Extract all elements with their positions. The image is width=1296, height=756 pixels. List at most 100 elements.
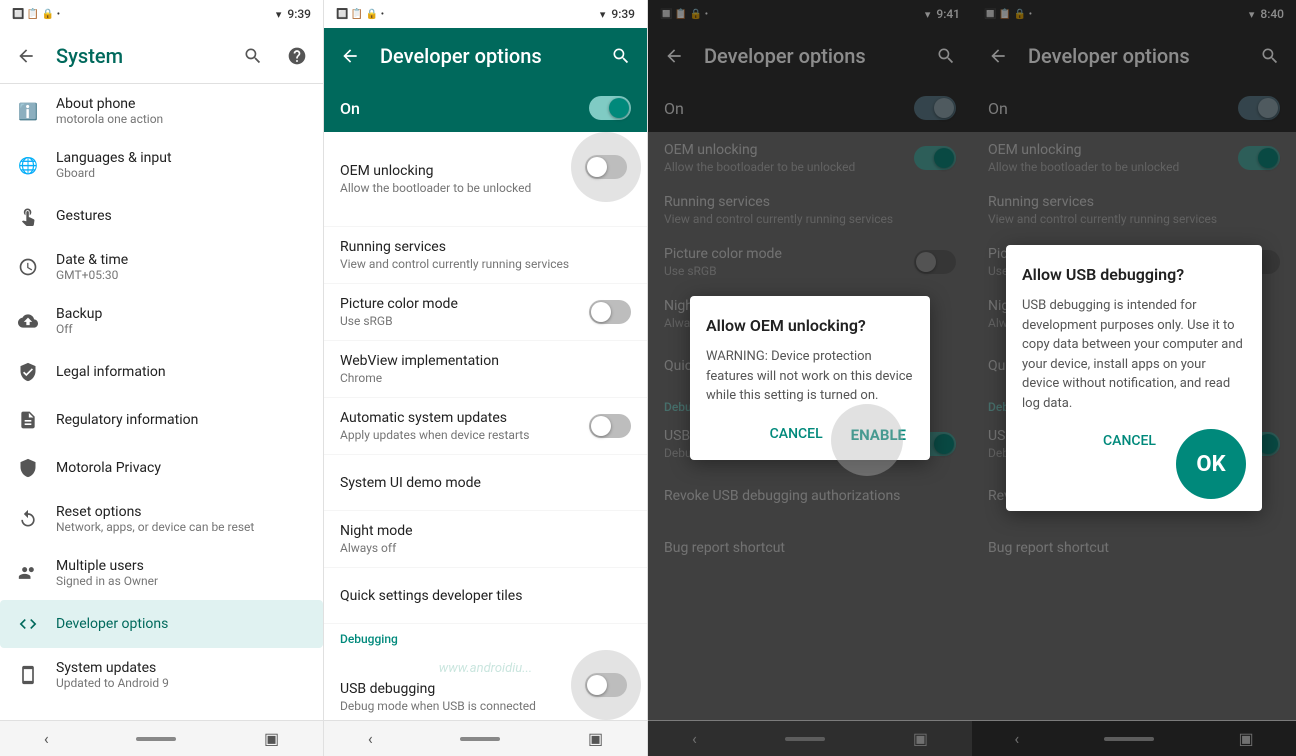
oem-cancel-btn[interactable]: Cancel (762, 422, 831, 448)
status-bar-mid: 🔲 📋 🔒 • ▾ 9:39 (324, 0, 647, 28)
usb-debug-row[interactable]: USB debugging Debug mode when USB is con… (324, 650, 647, 720)
time-mid: 9:39 (611, 7, 635, 21)
updates-icon (16, 663, 40, 687)
usb-cancel-btn[interactable]: Cancel (1095, 429, 1164, 499)
debugging-label: Debugging (324, 624, 647, 650)
appbar-system: System (0, 28, 323, 84)
running-services-row[interactable]: Running services View and control curren… (324, 227, 647, 284)
wifi-icon-mid: ▾ (600, 8, 606, 21)
sidebar-item-privacy[interactable]: Motorola Privacy (0, 444, 323, 492)
usb-subtitle-mid: Debug mode when USB is connected (340, 699, 561, 713)
help-button[interactable] (279, 38, 315, 74)
updates-subtitle: Updated to Android 9 (56, 676, 169, 690)
webview-subtitle: Chrome (340, 371, 631, 385)
datetime-subtitle: GMT+05:30 (56, 268, 128, 282)
sidebar-item-datetime[interactable]: Date & time GMT+05:30 (0, 240, 323, 294)
color-toggle[interactable] (589, 300, 631, 324)
gestures-icon (16, 204, 40, 228)
uidemo-title: System UI demo mode (340, 475, 631, 491)
nav-bar-mid: ‹ ▣ (324, 720, 647, 756)
sidebar-item-gestures[interactable]: Gestures (0, 192, 323, 240)
back-nav-icon[interactable]: ‹ (44, 729, 49, 748)
recents-nav-mid[interactable]: ▣ (588, 729, 603, 748)
sidebar-item-reset[interactable]: Reset options Network, apps, or device c… (0, 492, 323, 546)
languages-subtitle: Gboard (56, 166, 172, 180)
developer-icon (16, 612, 40, 636)
ok-circle: OK (1176, 429, 1246, 499)
usb-dialog-title: Allow USB debugging? (1022, 265, 1246, 284)
usb-dialog-actions: Cancel OK (1022, 429, 1246, 499)
on-toggle-header: On (324, 84, 647, 132)
developer-toggle[interactable] (589, 96, 631, 120)
reset-icon (16, 507, 40, 531)
running-subtitle: View and control currently running servi… (340, 257, 631, 271)
back-button-dev[interactable] (332, 38, 368, 74)
backup-title: Backup (56, 306, 102, 322)
sidebar-item-developer[interactable]: Developer options (0, 600, 323, 648)
languages-title: Languages & input (56, 150, 172, 166)
about-icon: ℹ️ (16, 99, 40, 123)
usb-dialog-body: USB debugging is intended for developmen… (1022, 296, 1246, 413)
notif-icons-mid: 🔲 📋 🔒 • (336, 9, 384, 20)
home-pill[interactable] (136, 737, 176, 741)
sidebar-item-legal[interactable]: Legal information (0, 348, 323, 396)
about-subtitle: motorola one action (56, 112, 163, 126)
ok-text: OK (1196, 452, 1225, 477)
developer-panel-oem: 🔲 📋 🔒 • ▾ 9:41 Developer options On OEM … (648, 0, 972, 756)
oem-dialog-title: Allow OEM unlocking? (706, 316, 914, 335)
recents-nav-icon[interactable]: ▣ (264, 729, 279, 748)
oem-dialog: Allow OEM unlocking? WARNING: Device pro… (690, 296, 930, 460)
webview-title: WebView implementation (340, 353, 631, 369)
quicktiles-row[interactable]: Quick settings developer tiles (324, 568, 647, 624)
color-mode-row[interactable]: Picture color mode Use sRGB (324, 284, 647, 341)
gestures-title: Gestures (56, 208, 112, 224)
status-icons-left: 🔲 📋 🔒 • (12, 9, 60, 20)
oem-dialog-body: WARNING: Device protection features will… (706, 347, 914, 406)
languages-icon: 🌐 (16, 153, 40, 177)
search-button-system[interactable] (235, 38, 271, 74)
night-mode-row[interactable]: Night mode Always off (324, 511, 647, 568)
sidebar-item-regulatory[interactable]: Regulatory information (0, 396, 323, 444)
back-nav-mid[interactable]: ‹ (368, 729, 373, 748)
about-title: About phone (56, 96, 163, 112)
datetime-title: Date & time (56, 252, 128, 268)
developer-title: Developer options (56, 616, 168, 632)
oem-dialog-overlay: Allow OEM unlocking? WARNING: Device pro… (648, 0, 972, 756)
back-button-system[interactable] (8, 38, 44, 74)
home-pill-mid[interactable] (460, 737, 500, 741)
uidemo-row[interactable]: System UI demo mode (324, 455, 647, 511)
privacy-icon (16, 456, 40, 480)
search-button-dev[interactable] (603, 38, 639, 74)
sidebar-item-languages[interactable]: 🌐 Languages & input Gboard (0, 138, 323, 192)
sidebar-item-users[interactable]: Multiple users Signed in as Owner (0, 546, 323, 600)
usb-toggle[interactable] (585, 673, 627, 697)
backup-subtitle: Off (56, 322, 102, 336)
notification-icons: 🔲 📋 🔒 • (12, 9, 60, 20)
autoupdate-title: Automatic system updates (340, 410, 589, 426)
autoupdate-subtitle: Apply updates when device restarts (340, 428, 589, 442)
legal-title: Legal information (56, 364, 166, 380)
sidebar-item-backup[interactable]: Backup Off (0, 294, 323, 348)
system-title: System (56, 44, 227, 68)
autoupdate-row[interactable]: Automatic system updates Apply updates w… (324, 398, 647, 455)
reset-subtitle: Network, apps, or device can be reset (56, 520, 254, 534)
sidebar-item-updates[interactable]: System updates Updated to Android 9 (0, 648, 323, 702)
reset-title: Reset options (56, 504, 254, 520)
oem-subtitle: Allow the bootloader to be unlocked (340, 181, 561, 195)
color-subtitle: Use sRGB (340, 314, 589, 328)
autoupdate-toggle[interactable] (589, 414, 631, 438)
usb-dialog: Allow USB debugging? USB debugging is in… (1006, 245, 1262, 511)
nav-bar-left: ‹ ▣ (0, 720, 323, 756)
oem-toggle[interactable] (585, 155, 627, 179)
night-subtitle: Always off (340, 541, 631, 555)
usb-dialog-overlay: Allow USB debugging? USB debugging is in… (972, 0, 1296, 756)
developer-options-panel: 🔲 📋 🔒 • ▾ 9:39 Developer options On OEM … (324, 0, 648, 756)
oem-unlocking-row[interactable]: OEM unlocking Allow the bootloader to be… (324, 132, 647, 227)
webview-row[interactable]: WebView implementation Chrome (324, 341, 647, 398)
users-icon (16, 561, 40, 585)
wifi-icon: ▾ (276, 8, 282, 21)
users-subtitle: Signed in as Owner (56, 574, 158, 588)
appbar-developer: Developer options (324, 28, 647, 84)
sidebar-item-about[interactable]: ℹ️ About phone motorola one action (0, 84, 323, 138)
developer-options-title: Developer options (380, 44, 595, 68)
